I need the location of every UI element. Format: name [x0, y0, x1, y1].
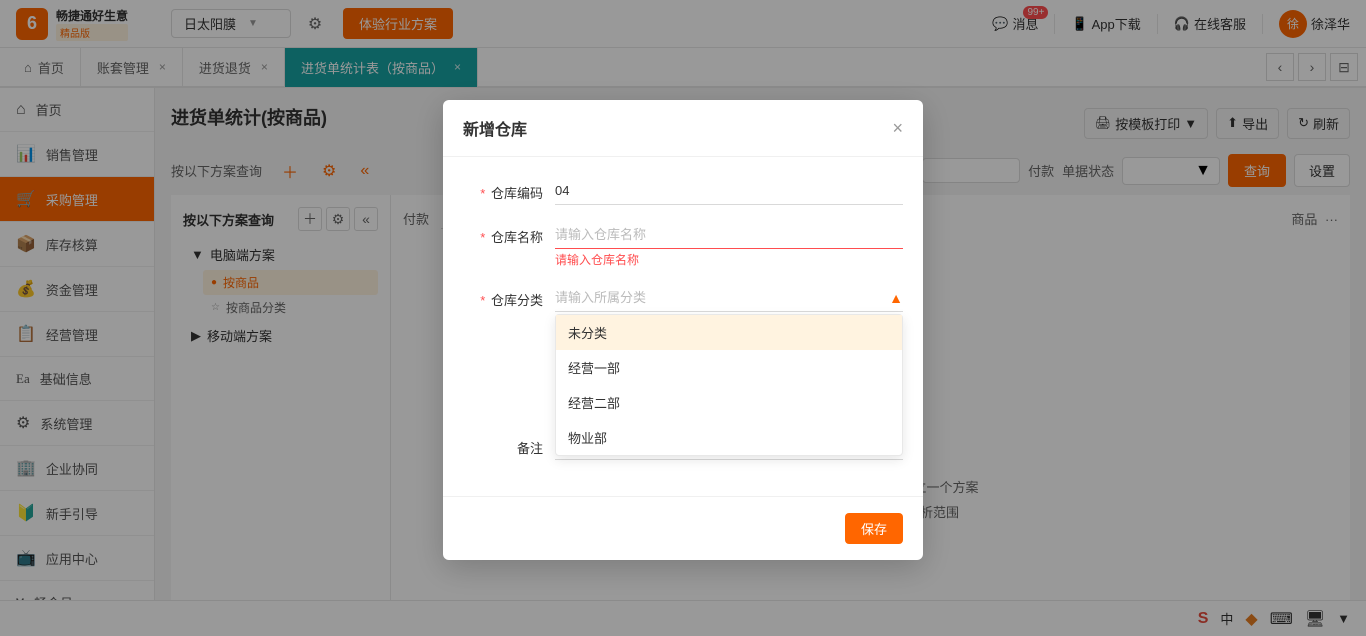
warehouse-code-input[interactable] [555, 177, 903, 205]
code-input-wrap [555, 177, 903, 205]
modal-close-button[interactable]: × [892, 119, 903, 137]
name-input-wrap: 请输入仓库名称 [555, 221, 903, 268]
add-warehouse-modal: 新增仓库 × * 仓库编码 * 仓库名称 [443, 100, 923, 560]
form-row-category: * 仓库分类 ▲ 未分类 经营一部 经营二部 物业部 [463, 284, 903, 312]
dropdown-item-dept2[interactable]: 经营二部 [556, 385, 902, 420]
category-label: * 仓库分类 [463, 284, 543, 309]
name-label: * 仓库名称 [463, 221, 543, 246]
modal-body: * 仓库编码 * 仓库名称 请输入仓库名称 [443, 157, 923, 496]
save-button[interactable]: 保存 [845, 513, 903, 544]
dropdown-item-property[interactable]: 物业部 [556, 420, 902, 455]
modal-header: 新增仓库 × [443, 100, 923, 157]
category-dropdown: 未分类 经营一部 经营二部 物业部 [555, 314, 903, 456]
form-row-name: * 仓库名称 请输入仓库名称 [463, 221, 903, 268]
chevron-up-icon[interactable]: ▲ [889, 290, 903, 306]
category-input-wrap: ▲ 未分类 经营一部 经营二部 物业部 [555, 284, 903, 312]
name-error-message: 请输入仓库名称 [555, 251, 903, 268]
dropdown-item-uncategorized[interactable]: 未分类 [556, 315, 902, 350]
warehouse-name-input[interactable] [555, 221, 903, 249]
form-row-code: * 仓库编码 [463, 177, 903, 205]
dropdown-item-dept1[interactable]: 经营一部 [556, 350, 902, 385]
warehouse-category-input[interactable] [555, 284, 889, 311]
category-input-row: ▲ [555, 284, 903, 312]
notes-label: 备注 [463, 432, 543, 457]
modal-title: 新增仓库 [463, 116, 527, 140]
modal-overlay: 新增仓库 × * 仓库编码 * 仓库名称 [0, 0, 1366, 636]
code-label: * 仓库编码 [463, 177, 543, 202]
modal-footer: 保存 [443, 496, 923, 560]
